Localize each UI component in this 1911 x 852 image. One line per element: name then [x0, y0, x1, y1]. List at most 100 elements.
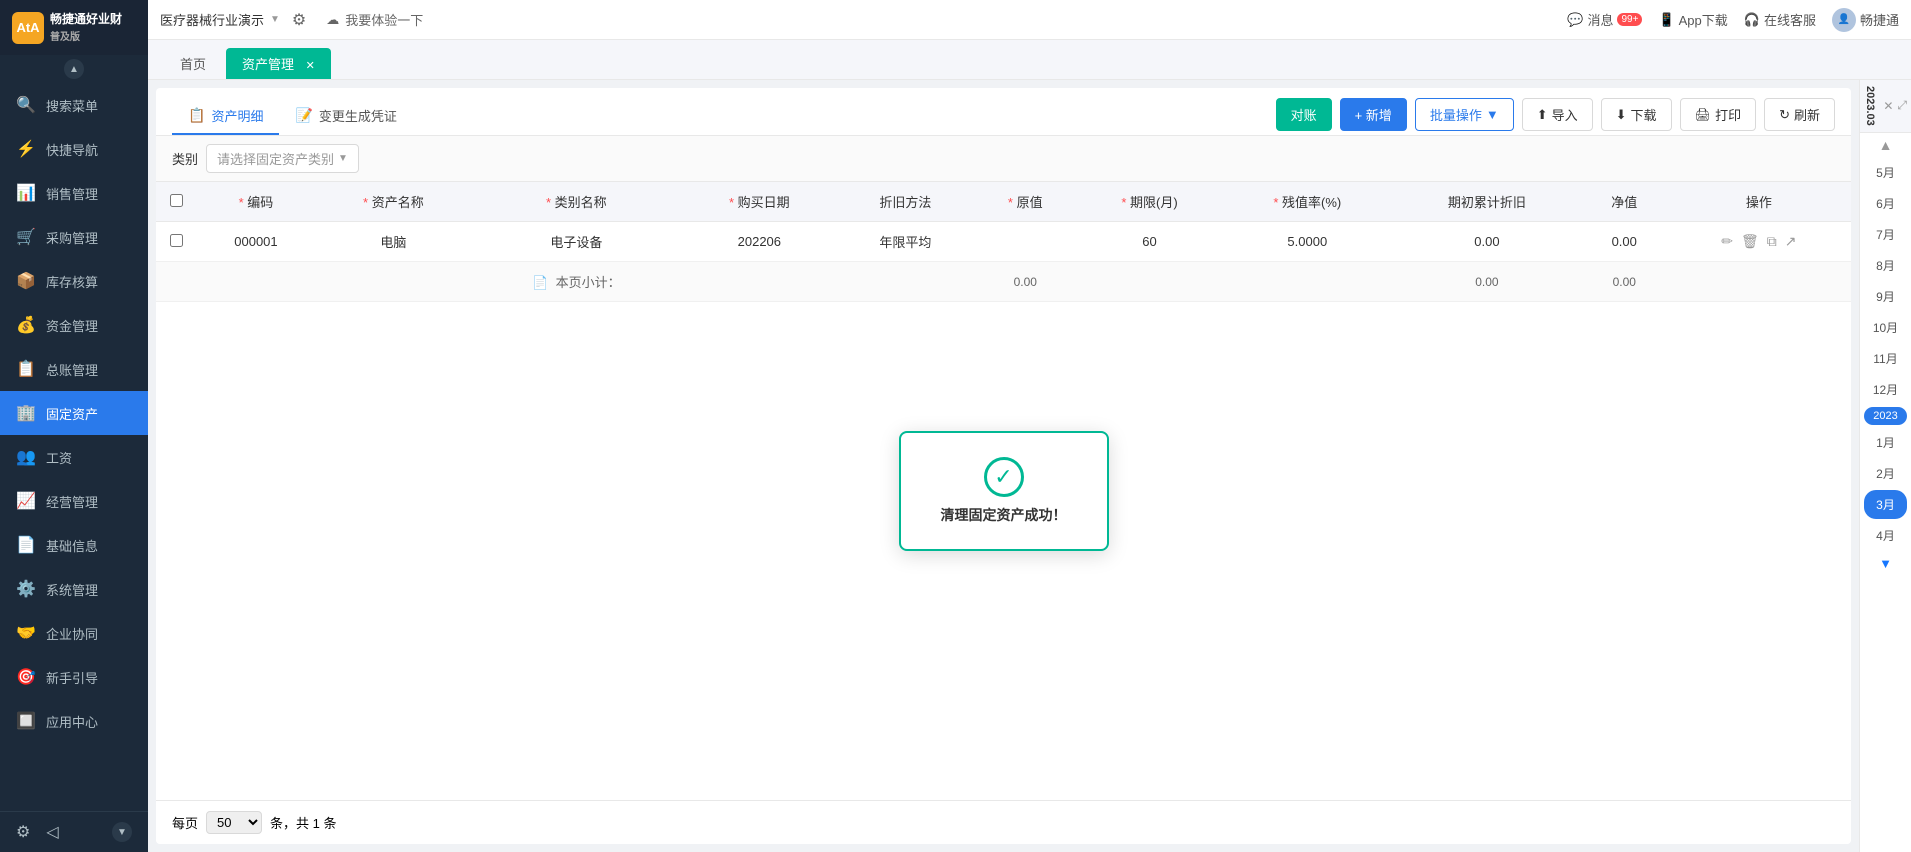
cal-month-10[interactable]: 10月 — [1864, 313, 1907, 342]
sidebar-item-inventory[interactable]: 📦 库存核算 — [0, 259, 148, 303]
print-btn[interactable]: 🖨 打印 — [1680, 98, 1757, 131]
cal-month-8[interactable]: 8月 — [1864, 251, 1907, 280]
sidebar-item-purchase[interactable]: 🛒 采购管理 — [0, 215, 148, 259]
calendar-up-btn[interactable]: ▲ — [1860, 133, 1911, 157]
ledger-icon: 📋 — [16, 359, 36, 379]
pagination: 每页 50 100 200 条，共 1 条 — [156, 800, 1851, 844]
sidebar-scroll-up[interactable]: ▲ — [64, 59, 84, 79]
cal-month-7[interactable]: 7月 — [1864, 220, 1907, 249]
sidebar-item-system[interactable]: ⚙️ 系统管理 — [0, 567, 148, 611]
subtotal-label: 本页小计： — [556, 275, 621, 290]
company-selector[interactable]: 医疗器械行业演示 ▼ — [160, 10, 280, 29]
toast-message: 清理固定资产成功！ — [941, 505, 1067, 525]
cal-month-6[interactable]: 6月 — [1864, 189, 1907, 218]
experience-btn[interactable]: ☁ 我要体验一下 — [326, 10, 423, 29]
customer-service-icon: 🎧 — [1744, 12, 1760, 28]
sidebar-collapse-icon[interactable]: ◁ — [46, 822, 58, 842]
right-panel-expand-btn[interactable]: ⤢ — [1897, 98, 1907, 113]
cal-month-2[interactable]: 2月 — [1864, 459, 1907, 488]
refresh-icon: ↻ — [1779, 107, 1790, 123]
per-page-select[interactable]: 50 100 200 — [206, 811, 262, 834]
delete-icon[interactable]: 🗑 — [1741, 233, 1759, 250]
sidebar-item-management[interactable]: 📈 经营管理 — [0, 479, 148, 523]
row-category: 电子设备 — [471, 222, 682, 262]
sidebar-item-app-center[interactable]: 🔲 应用中心 — [0, 699, 148, 743]
per-page-select-wrap: 50 100 200 — [206, 811, 262, 834]
cal-month-3-current[interactable]: 3月 — [1864, 490, 1907, 519]
cal-month-9[interactable]: 9月 — [1864, 282, 1907, 311]
more-icon[interactable]: ↗ — [1785, 233, 1797, 250]
toast-overlay: ✓ 清理固定资产成功！ — [899, 431, 1109, 551]
sidebar-item-label-management: 经营管理 — [46, 492, 98, 511]
download-btn[interactable]: ⬇ 下载 — [1601, 98, 1672, 131]
sidebar-item-quick-nav[interactable]: ⚡ 快捷导航 — [0, 127, 148, 171]
customer-service-btn[interactable]: 🎧 在线客服 — [1744, 10, 1816, 29]
sidebar-item-cooperation[interactable]: 🤝 企业协同 — [0, 611, 148, 655]
cal-month-5[interactable]: 5月 — [1864, 158, 1907, 187]
sidebar-item-basic-info[interactable]: 📄 基础信息 — [0, 523, 148, 567]
select-all-checkbox[interactable] — [170, 194, 183, 207]
page-icon: 📄 — [532, 275, 548, 290]
reconcile-btn[interactable]: 对账 — [1276, 98, 1332, 131]
edit-icon[interactable]: ✏ — [1721, 233, 1733, 250]
download-label: 下载 — [1631, 105, 1657, 124]
sidebar-bottom: ⚙ ◁ ▼ — [0, 811, 148, 852]
calendar-items: ▲ 5月 6月 7月 8月 9月 10月 11月 12月 2023 1月 2月 … — [1860, 133, 1911, 852]
download-icon: ⬇ — [1616, 107, 1627, 123]
sidebar-item-guide[interactable]: 🎯 新手引导 — [0, 655, 148, 699]
message-btn[interactable]: 💬 消息 99+ — [1567, 10, 1642, 29]
cal-month-11[interactable]: 11月 — [1864, 344, 1907, 373]
cal-month-4[interactable]: 4月 — [1864, 521, 1907, 550]
category-select[interactable]: 请选择固定资产类别 ▼ — [206, 144, 359, 173]
sidebar-item-sales[interactable]: 📊 销售管理 — [0, 171, 148, 215]
sidebar-item-finance[interactable]: 💰 资金管理 — [0, 303, 148, 347]
col-net-value: 净值 — [1582, 182, 1667, 222]
experience-label: 我要体验一下 — [345, 10, 423, 29]
app-center-icon: 🔲 — [16, 711, 36, 731]
user-profile-btn[interactable]: 👤 畅捷通 — [1832, 8, 1899, 32]
app-download-btn[interactable]: 📱 App下载 — [1658, 10, 1727, 29]
tab-close-icon[interactable]: ✕ — [306, 60, 315, 72]
system-icon: ⚙️ — [16, 579, 36, 599]
sub-tab-change-voucher[interactable]: 📝 变更生成凭证 — [279, 98, 412, 135]
sidebar-item-payroll[interactable]: 👥 工资 — [0, 435, 148, 479]
sidebar-item-label-app-center: 应用中心 — [46, 712, 98, 731]
sidebar-logo: AtA 畅捷通好业财 普及版 — [0, 0, 148, 55]
refresh-btn[interactable]: ↻ 刷新 — [1764, 98, 1835, 131]
sub-tab-change-voucher-label: 变更生成凭证 — [319, 106, 397, 125]
copy-icon[interactable]: ⧉ — [1767, 233, 1777, 250]
tab-asset-mgmt-label: 资产管理 — [242, 57, 294, 72]
reconcile-label: 对账 — [1291, 105, 1317, 124]
row-depreciation-method: 年限平均 — [837, 222, 974, 262]
col-original-value: * 原值 — [974, 182, 1076, 222]
cal-month-1[interactable]: 1月 — [1864, 428, 1907, 457]
row-checkbox[interactable] — [170, 234, 183, 247]
import-label: 导入 — [1552, 105, 1578, 124]
management-icon: 📈 — [16, 491, 36, 511]
subtotal-row: 📄 本页小计： 0.00 0.00 0.00 — [156, 262, 1851, 302]
sidebar-item-fixed-assets[interactable]: 🏢 固定资产 — [0, 391, 148, 435]
col-depreciation-method: 折旧方法 — [837, 182, 974, 222]
cal-month-12[interactable]: 12月 — [1864, 375, 1907, 404]
sidebar-scroll-down[interactable]: ▼ — [112, 822, 132, 842]
sub-tab-asset-detail[interactable]: 📋 资产明细 — [172, 98, 279, 135]
new-btn[interactable]: + 新增 — [1340, 98, 1407, 131]
sidebar-settings-icon[interactable]: ⚙ — [16, 822, 30, 842]
sidebar-item-search[interactable]: 🔍 搜索菜单 — [0, 83, 148, 127]
sidebar-item-ledger[interactable]: 📋 总账管理 — [0, 347, 148, 391]
calendar-down-btn[interactable]: ▼ — [1860, 551, 1911, 575]
refresh-label: 刷新 — [1794, 105, 1820, 124]
content-main: 📋 资产明细 📝 变更生成凭证 对账 + 新增 批量操作 — [156, 88, 1851, 844]
print-label: 打印 — [1715, 105, 1741, 124]
import-btn[interactable]: ⬆ 导入 — [1522, 98, 1593, 131]
tab-home[interactable]: 首页 — [164, 48, 222, 79]
right-panel-title: 2023.03 — [1864, 86, 1876, 126]
sidebar-item-label-basic-info: 基础信息 — [46, 536, 98, 555]
tab-asset-mgmt[interactable]: 资产管理 ✕ — [226, 48, 331, 79]
per-page-label: 每页 — [172, 813, 198, 832]
batch-ops-btn[interactable]: 批量操作 ▼ — [1415, 98, 1514, 131]
topbar-settings-icon[interactable]: ⚙ — [292, 10, 306, 30]
category-filter-label: 类别 — [172, 149, 198, 168]
subtotal-original-value: 0.00 — [974, 262, 1076, 302]
right-panel-close-btn[interactable]: ✕ — [1883, 98, 1893, 113]
